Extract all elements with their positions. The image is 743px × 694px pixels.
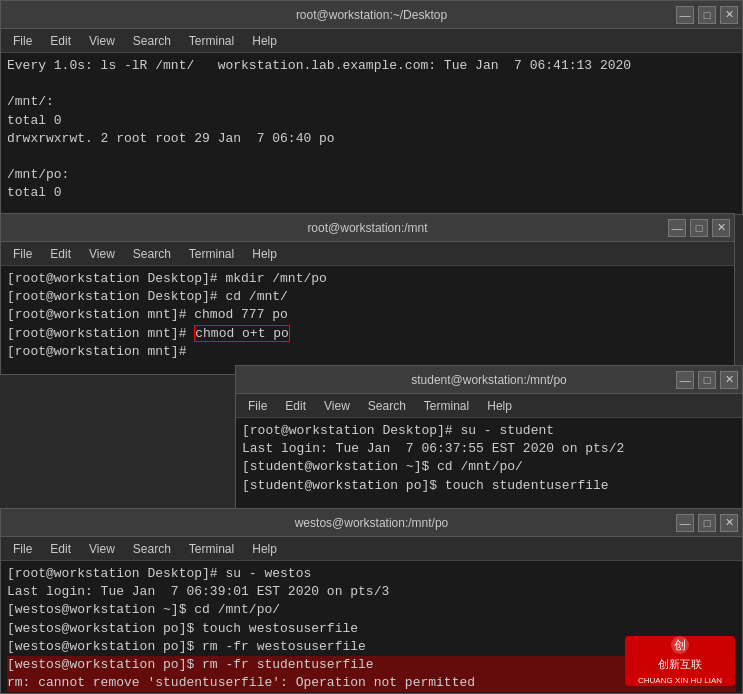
- menu-edit-1[interactable]: Edit: [42, 32, 79, 50]
- menu-view-2[interactable]: View: [81, 245, 123, 263]
- menu-bar-2: File Edit View Search Terminal Help: [1, 242, 734, 266]
- svg-text:创: 创: [674, 638, 686, 652]
- menu-help-1[interactable]: Help: [244, 32, 285, 50]
- minimize-btn-2[interactable]: —: [668, 219, 686, 237]
- menu-help-3[interactable]: Help: [479, 397, 520, 415]
- window-title-3: student@workstation:/mnt/po: [411, 373, 567, 387]
- menu-help-4[interactable]: Help: [244, 540, 285, 558]
- menu-search-3[interactable]: Search: [360, 397, 414, 415]
- close-btn-3[interactable]: ✕: [720, 371, 738, 389]
- minimize-btn-1[interactable]: —: [676, 6, 694, 24]
- title-bar-1: root@workstation:~/Desktop — □ ✕: [1, 1, 742, 29]
- menu-view-1[interactable]: View: [81, 32, 123, 50]
- terminal-content-1: Every 1.0s: ls -lR /mnt/ workstation.lab…: [1, 53, 742, 214]
- terminal-window-1[interactable]: root@workstation:~/Desktop — □ ✕ File Ed…: [0, 0, 743, 215]
- menu-edit-2[interactable]: Edit: [42, 245, 79, 263]
- watermark-line1: 创新互联: [658, 658, 702, 670]
- terminal-window-2[interactable]: root@workstation:/mnt — □ ✕ File Edit Vi…: [0, 213, 735, 375]
- maximize-btn-2[interactable]: □: [690, 219, 708, 237]
- menu-terminal-3[interactable]: Terminal: [416, 397, 477, 415]
- close-btn-2[interactable]: ✕: [712, 219, 730, 237]
- menu-search-2[interactable]: Search: [125, 245, 179, 263]
- menu-view-4[interactable]: View: [81, 540, 123, 558]
- window-controls-4[interactable]: — □ ✕: [676, 514, 738, 532]
- watermark: 创 创新互联 CHUANG XIN HU LIAN: [625, 636, 735, 686]
- menu-bar-4: File Edit View Search Terminal Help: [1, 537, 742, 561]
- title-bar-2: root@workstation:/mnt — □ ✕: [1, 214, 734, 242]
- menu-edit-4[interactable]: Edit: [42, 540, 79, 558]
- minimize-btn-3[interactable]: —: [676, 371, 694, 389]
- terminal-content-2: [root@workstation Desktop]# mkdir /mnt/p…: [1, 266, 734, 374]
- close-btn-1[interactable]: ✕: [720, 6, 738, 24]
- window-title-2: root@workstation:/mnt: [307, 221, 427, 235]
- maximize-btn-1[interactable]: □: [698, 6, 716, 24]
- maximize-btn-3[interactable]: □: [698, 371, 716, 389]
- menu-edit-3[interactable]: Edit: [277, 397, 314, 415]
- close-btn-4[interactable]: ✕: [720, 514, 738, 532]
- title-bar-3: student@workstation:/mnt/po — □ ✕: [236, 366, 742, 394]
- maximize-btn-4[interactable]: □: [698, 514, 716, 532]
- window-title-4: westos@workstation:/mnt/po: [295, 516, 449, 530]
- menu-terminal-4[interactable]: Terminal: [181, 540, 242, 558]
- menu-file-1[interactable]: File: [5, 32, 40, 50]
- menu-bar-1: File Edit View Search Terminal Help: [1, 29, 742, 53]
- menu-file-2[interactable]: File: [5, 245, 40, 263]
- menu-terminal-2[interactable]: Terminal: [181, 245, 242, 263]
- title-bar-4: westos@workstation:/mnt/po — □ ✕: [1, 509, 742, 537]
- menu-search-4[interactable]: Search: [125, 540, 179, 558]
- menu-file-4[interactable]: File: [5, 540, 40, 558]
- window-controls-1[interactable]: — □ ✕: [676, 6, 738, 24]
- menu-search-1[interactable]: Search: [125, 32, 179, 50]
- menu-help-2[interactable]: Help: [244, 245, 285, 263]
- menu-file-3[interactable]: File: [240, 397, 275, 415]
- menu-view-3[interactable]: View: [316, 397, 358, 415]
- window-controls-2[interactable]: — □ ✕: [668, 219, 730, 237]
- menu-terminal-1[interactable]: Terminal: [181, 32, 242, 50]
- terminal-window-3[interactable]: student@workstation:/mnt/po — □ ✕ File E…: [235, 365, 743, 530]
- minimize-btn-4[interactable]: —: [676, 514, 694, 532]
- window-controls-3[interactable]: — □ ✕: [676, 371, 738, 389]
- watermark-text: 创新互联 CHUANG XIN HU LIAN: [638, 657, 722, 688]
- window-title-1: root@workstation:~/Desktop: [296, 8, 447, 22]
- watermark-line2: CHUANG XIN HU LIAN: [638, 676, 722, 685]
- menu-bar-3: File Edit View Search Terminal Help: [236, 394, 742, 418]
